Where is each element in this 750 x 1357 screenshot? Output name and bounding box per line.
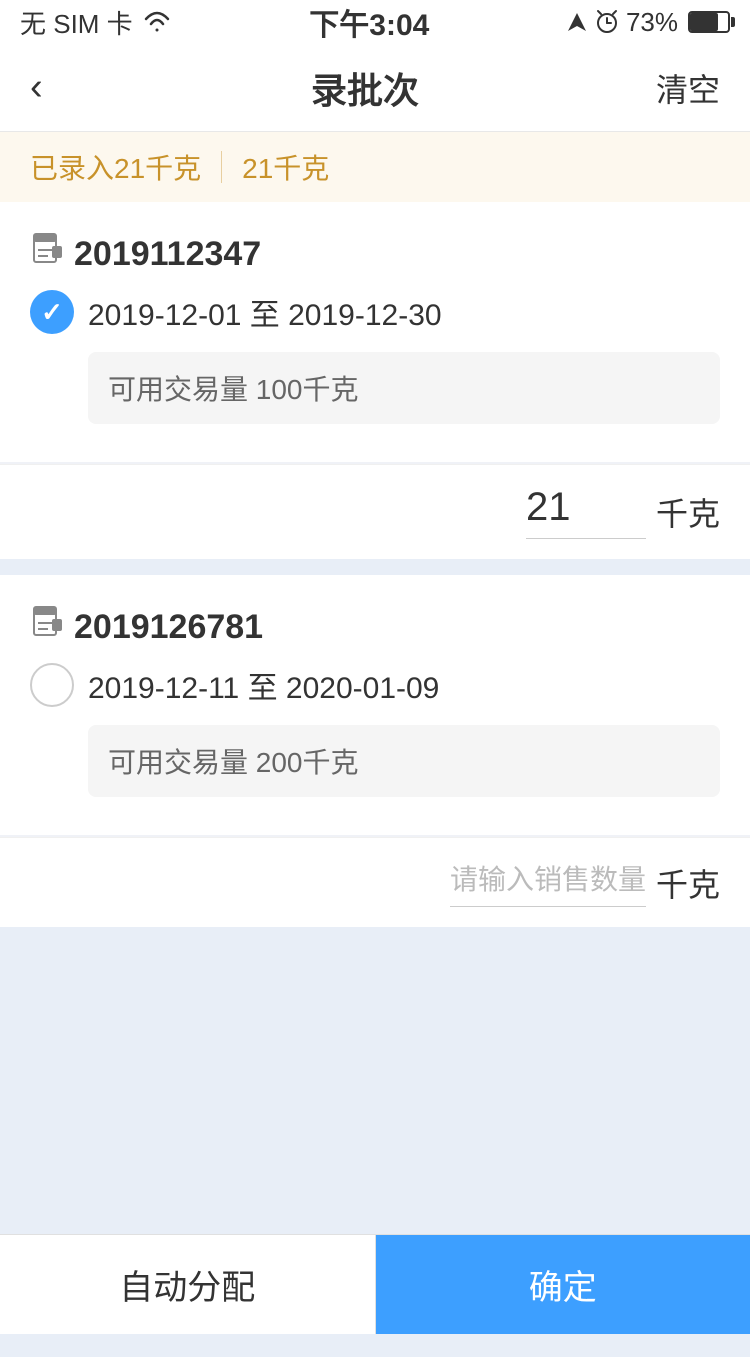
summary-banner: 已录入21千克 21千克: [0, 132, 750, 202]
carrier-label: 无 SIM 卡: [20, 4, 133, 41]
nav-bar: ‹ 录批次 清空: [0, 44, 750, 132]
battery-percent: 73%: [626, 7, 678, 38]
qty-underline-1: 21: [526, 485, 646, 539]
available-box-1: 可用交易量 100千克: [88, 352, 720, 424]
batch-id-1: 2019112347: [74, 235, 261, 274]
available-text-2: 可用交易量 200千克: [108, 747, 359, 778]
batch-card-2: 2019126781 2019-12-11 至 2020-01-09 可用交易量…: [0, 575, 750, 835]
available-text-1: 可用交易量 100千克: [108, 374, 359, 405]
qty-row-1: 21 千克: [0, 464, 750, 559]
summary-label: 已录入21千克: [30, 147, 201, 187]
location-icon: [566, 11, 588, 33]
summary-value: 21千克: [242, 147, 329, 187]
section-separator: [0, 559, 750, 575]
back-button[interactable]: ‹: [30, 66, 90, 109]
alarm-icon: [594, 9, 620, 35]
status-right: 73%: [566, 7, 730, 38]
batch-date-1: 2019-12-01 至 2019-12-30: [88, 290, 442, 334]
batch-header-2: 2019126781: [30, 605, 720, 649]
available-box-2: 可用交易量 200千克: [88, 725, 720, 797]
qty-placeholder-2[interactable]: 请输入销售数量: [450, 858, 646, 898]
summary-divider: [221, 151, 222, 183]
batch-card-1: 2019112347 ✓ 2019-12-01 至 2019-12-30 可用交…: [0, 202, 750, 462]
status-bar: 无 SIM 卡 下午3:04 73%: [0, 0, 750, 44]
status-left: 无 SIM 卡: [20, 4, 173, 41]
footer: 自动分配 确定: [0, 1234, 750, 1334]
batch-id-2: 2019126781: [74, 608, 263, 647]
qty-unit-1: 千克: [656, 489, 720, 535]
batch-date-row-1[interactable]: ✓ 2019-12-01 至 2019-12-30: [30, 290, 720, 334]
batch-id-icon-2: [30, 605, 66, 649]
auto-distribute-button[interactable]: 自动分配: [0, 1235, 376, 1334]
batch-header-1: 2019112347: [30, 232, 720, 276]
batch-id-icon-1: [30, 232, 66, 276]
status-time: 下午3:04: [309, 0, 429, 44]
qty-unit-2: 千克: [656, 860, 720, 906]
confirm-button[interactable]: 确定: [376, 1235, 750, 1334]
radio-btn-1[interactable]: ✓: [30, 290, 74, 334]
batch-date-2: 2019-12-11 至 2020-01-09: [88, 663, 439, 707]
checkmark-1: ✓: [41, 297, 63, 328]
page-title: 录批次: [311, 62, 419, 114]
battery-icon: [688, 11, 730, 33]
qty-underline-2: 请输入销售数量: [450, 858, 646, 907]
qty-value-1[interactable]: 21: [526, 485, 571, 530]
radio-btn-2[interactable]: [30, 663, 74, 707]
clear-button[interactable]: 清空: [640, 65, 720, 111]
qty-row-2: 请输入销售数量 千克: [0, 837, 750, 927]
wifi-icon: [141, 10, 173, 34]
batch-date-row-2[interactable]: 2019-12-11 至 2020-01-09: [30, 663, 720, 707]
